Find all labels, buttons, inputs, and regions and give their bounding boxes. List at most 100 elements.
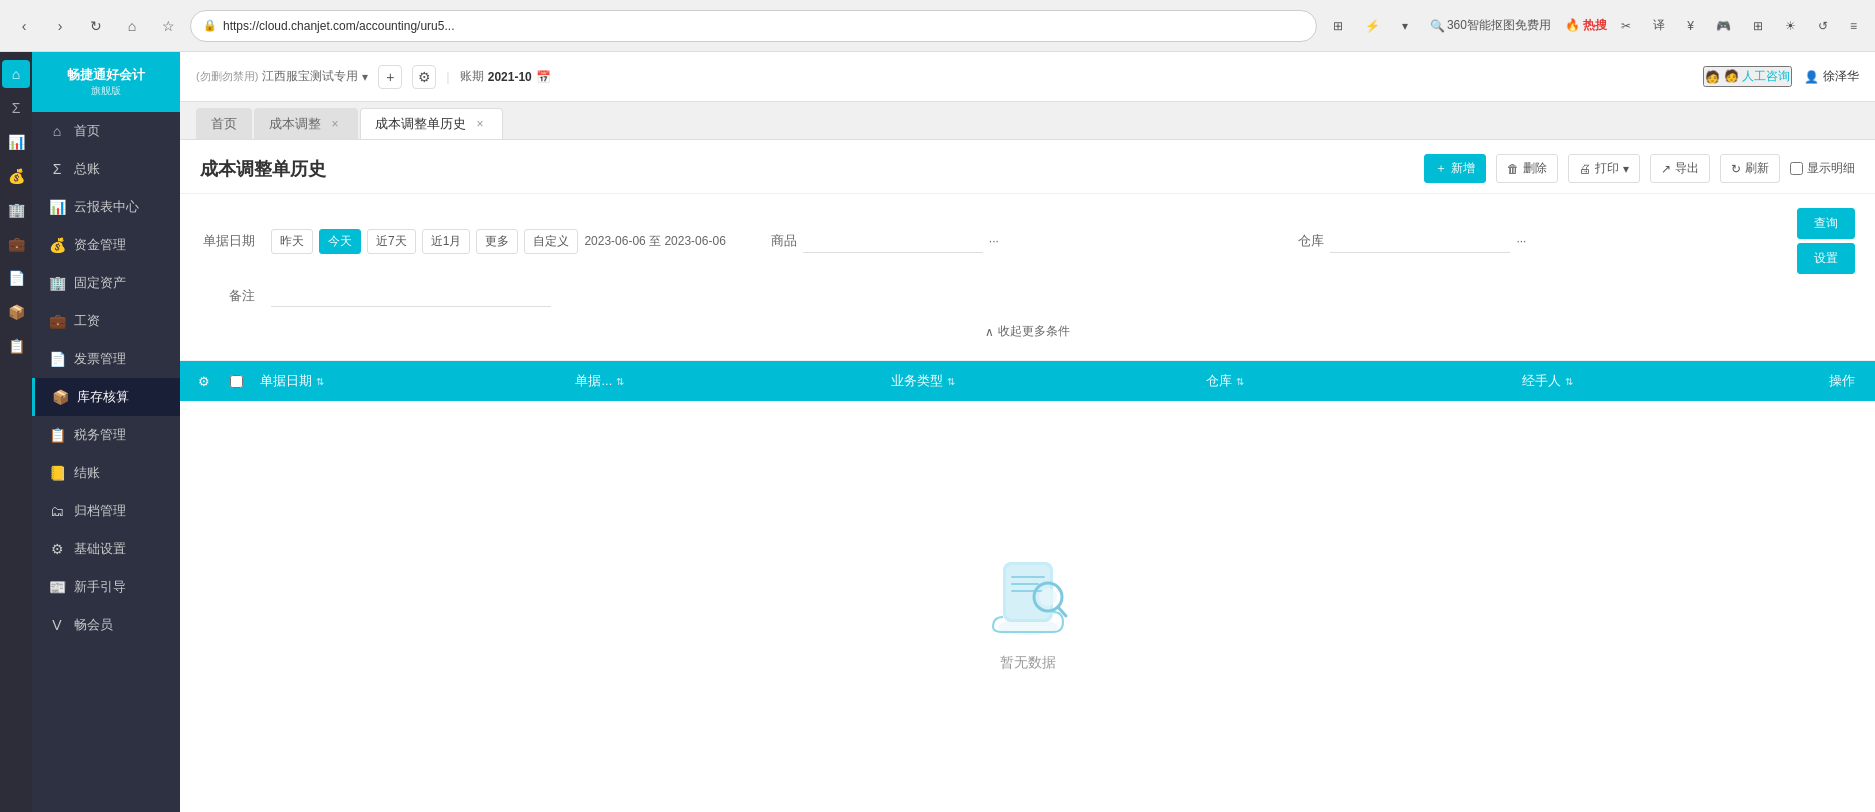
game-btn[interactable]: 🎮 xyxy=(1708,15,1739,37)
translate-btn[interactable]: 译 xyxy=(1645,13,1673,38)
select-all-checkbox[interactable] xyxy=(230,375,243,388)
rail-item-home[interactable]: ⌂ xyxy=(2,60,30,88)
table-settings-btn[interactable]: ⚙ xyxy=(188,374,220,389)
sidebar-item-label: 畅会员 xyxy=(74,616,113,634)
sidebar-item-reports[interactable]: 📊 云报表中心 xyxy=(32,188,180,226)
apps-btn[interactable]: ⊞ xyxy=(1745,15,1771,37)
tab-cost-adjust-history[interactable]: 成本调整单历史 × xyxy=(360,108,503,139)
main-content: (勿删勿禁用) 江西服宝测试专用 ▾ + ⚙ | 账期 2021-10 📅 🧑 … xyxy=(180,52,1875,812)
rail-item-box[interactable]: 📦 xyxy=(2,298,30,326)
company-dropdown-icon: ▾ xyxy=(362,70,368,84)
th-handler[interactable]: 经手人 ⇅ xyxy=(1514,372,1829,390)
sidebar-item-settings[interactable]: ⚙ 基础设置 xyxy=(32,530,180,568)
print-label: 打印 xyxy=(1595,160,1619,177)
sidebar-item-fixed-assets[interactable]: 🏢 固定资产 xyxy=(32,264,180,302)
sidebar-item-payroll[interactable]: 💼 工资 xyxy=(32,302,180,340)
empty-state: 暂无数据 xyxy=(180,401,1875,812)
sidebar-item-vip[interactable]: V 畅会员 xyxy=(32,606,180,644)
goods-input[interactable] xyxy=(803,230,983,253)
th-docno-label: 单据... xyxy=(575,372,612,390)
scissors-btn[interactable]: ✂ xyxy=(1613,15,1639,37)
user-service-icon: 🧑 xyxy=(1705,70,1720,84)
goods-more-btn[interactable]: ··· xyxy=(989,234,999,248)
filter-settings-button[interactable]: 设置 xyxy=(1797,243,1855,274)
dropdown-btn[interactable]: ▾ xyxy=(1394,15,1416,37)
company-selector[interactable]: (勿删勿禁用) 江西服宝测试专用 ▾ xyxy=(196,68,368,85)
warehouse-more-btn[interactable]: ··· xyxy=(1516,234,1526,248)
tab-home[interactable]: 首页 xyxy=(196,108,252,139)
star-button[interactable]: ☆ xyxy=(154,12,182,40)
sidebar-item-archive[interactable]: 🗂 归档管理 xyxy=(32,492,180,530)
tab-home-label: 首页 xyxy=(211,115,237,133)
th-docno[interactable]: 单据... ⇅ xyxy=(567,372,882,390)
date-btn-last7[interactable]: 近7天 xyxy=(367,229,416,254)
refresh-button[interactable]: ↻ 刷新 xyxy=(1720,154,1780,183)
ssl-lock-icon: 🔒 xyxy=(203,19,217,32)
theme-btn[interactable]: ☀ xyxy=(1777,15,1804,37)
currency-btn[interactable]: ¥ xyxy=(1679,15,1702,37)
th-date[interactable]: 单据日期 ⇅ xyxy=(252,372,567,390)
home-button[interactable]: ⌂ xyxy=(118,12,146,40)
export-button[interactable]: ↗ 导出 xyxy=(1650,154,1710,183)
th-warehouse-label: 仓库 xyxy=(1206,372,1232,390)
address-bar[interactable]: 🔒 https://cloud.chanjet.com/accounting/u… xyxy=(190,10,1317,42)
company-settings-btn[interactable]: ⚙ xyxy=(412,65,436,89)
rail-item-building[interactable]: 🏢 xyxy=(2,196,30,224)
query-button[interactable]: 查询 xyxy=(1797,208,1855,239)
app-container: ⌂ Σ 📊 💰 🏢 💼 📄 📦 📋 畅捷通好会计 旗舰版 ⌂ 首页 Σ 总账 📊 xyxy=(0,52,1875,812)
calendar-icon[interactable]: 📅 xyxy=(536,70,551,84)
sidebar-logo: 畅捷通好会计 旗舰版 xyxy=(32,52,180,112)
rail-item-sigma[interactable]: Σ xyxy=(2,94,30,122)
user-avatar-btn[interactable]: 👤 徐泽华 xyxy=(1804,68,1859,85)
rail-item-doc[interactable]: 📄 xyxy=(2,264,30,292)
rail-item-money[interactable]: 💰 xyxy=(2,162,30,190)
tab-cost-adjust[interactable]: 成本调整 × xyxy=(254,108,358,139)
warehouse-input[interactable] xyxy=(1330,230,1510,253)
table-select-all[interactable] xyxy=(220,375,252,388)
guide-icon: 📰 xyxy=(48,579,66,595)
sidebar-item-inventory[interactable]: 📦 库存核算 xyxy=(32,378,180,416)
back-button[interactable]: ‹ xyxy=(10,12,38,40)
sidebar-item-ledger[interactable]: Σ 总账 xyxy=(32,150,180,188)
sidebar-item-invoice[interactable]: 📄 发票管理 xyxy=(32,340,180,378)
sidebar-item-tax[interactable]: 📋 税务管理 xyxy=(32,416,180,454)
lightning-btn[interactable]: ⚡ xyxy=(1357,15,1388,37)
date-btn-custom[interactable]: 自定义 xyxy=(524,229,578,254)
reload-button[interactable]: ↻ xyxy=(82,12,110,40)
th-biztype[interactable]: 业务类型 ⇅ xyxy=(883,372,1198,390)
rail-item-chart[interactable]: 📊 xyxy=(2,128,30,156)
delete-label: 删除 xyxy=(1523,160,1547,177)
rail-item-tax[interactable]: 📋 xyxy=(2,332,30,360)
display-cols-checkbox[interactable] xyxy=(1790,162,1803,175)
date-btn-today[interactable]: 今天 xyxy=(319,229,361,254)
display-cols-toggle[interactable]: 显示明细 xyxy=(1790,160,1855,177)
sidebar-item-home[interactable]: ⌂ 首页 xyxy=(32,112,180,150)
search-btn[interactable]: 🔍 360智能抠图免费用 xyxy=(1422,13,1559,38)
forward-button[interactable]: › xyxy=(46,12,74,40)
grid-icon-btn[interactable]: ⊞ xyxy=(1325,15,1351,37)
sidebar-item-funds[interactable]: 💰 资金管理 xyxy=(32,226,180,264)
add-button[interactable]: ＋ 新增 xyxy=(1424,154,1486,183)
table-container: ⚙ 单据日期 ⇅ 单据... ⇅ 业务类型 ⇅ xyxy=(180,361,1875,812)
undo-btn[interactable]: ↺ xyxy=(1810,15,1836,37)
export-icon: ↗ xyxy=(1661,162,1671,176)
rail-item-briefcase[interactable]: 💼 xyxy=(2,230,30,258)
delete-button[interactable]: 🗑 删除 xyxy=(1496,154,1558,183)
sidebar-item-closing[interactable]: 📒 结账 xyxy=(32,454,180,492)
date-btn-last-month[interactable]: 近1月 xyxy=(422,229,471,254)
tab-cost-adjust-close[interactable]: × xyxy=(327,116,343,132)
collapse-btn[interactable]: ∧ 收起更多条件 xyxy=(979,317,1076,346)
remark-input[interactable] xyxy=(271,284,551,307)
tab-cost-adjust-history-close[interactable]: × xyxy=(472,116,488,132)
date-btn-yesterday[interactable]: 昨天 xyxy=(271,229,313,254)
sidebar-item-guide[interactable]: 📰 新手引导 xyxy=(32,568,180,606)
user-service-btn[interactable]: 🧑 🧑 人工咨询 xyxy=(1703,66,1792,87)
date-btn-more[interactable]: 更多 xyxy=(476,229,518,254)
print-button[interactable]: 🖨 打印 ▾ xyxy=(1568,154,1640,183)
divider: | xyxy=(446,69,449,84)
sidebar-item-label: 工资 xyxy=(74,312,100,330)
menu-btn[interactable]: ≡ xyxy=(1842,15,1865,37)
add-company-btn[interactable]: + xyxy=(378,65,402,89)
th-warehouse[interactable]: 仓库 ⇅ xyxy=(1198,372,1513,390)
date-range-text: 2023-06-06 至 2023-06-06 xyxy=(584,233,725,250)
